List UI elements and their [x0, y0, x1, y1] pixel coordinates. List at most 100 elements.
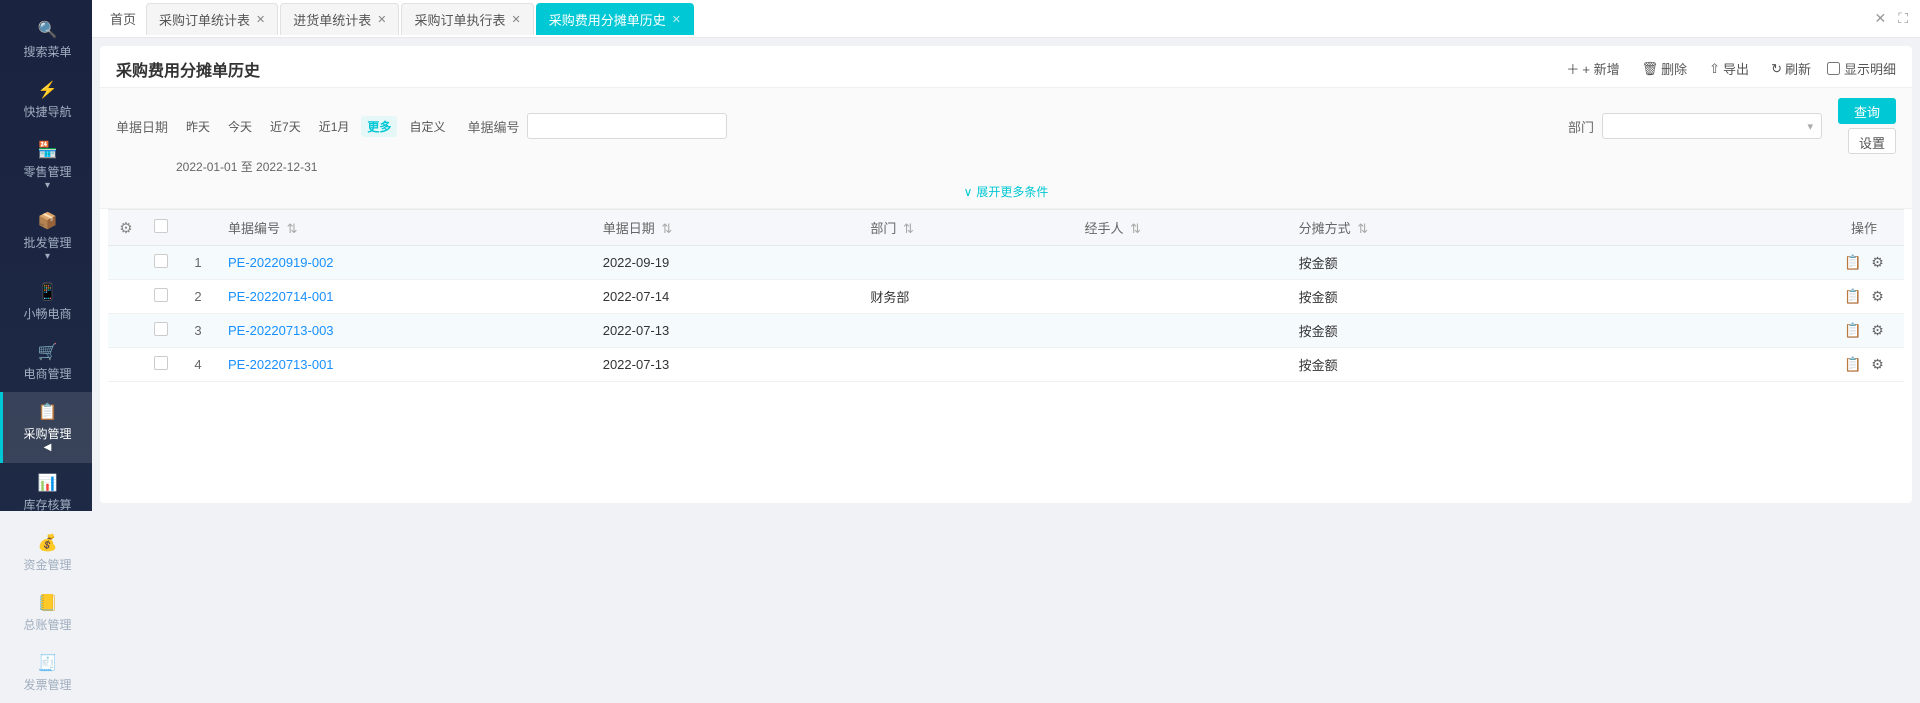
close-tab-action[interactable]: ✕	[1872, 8, 1888, 29]
date-sort-icon[interactable]: ⇅	[661, 221, 672, 236]
row-checkbox[interactable]	[154, 322, 168, 336]
row-docno-link[interactable]: PE-20220713-001	[228, 357, 334, 372]
maximize-tab-action[interactable]: ⛶	[1896, 8, 1910, 29]
tab-purchase-cost-close[interactable]: ✕	[672, 13, 681, 26]
sidebar-item-inventory[interactable]: 📊 库存核算	[0, 463, 92, 523]
tab-purchase-cost[interactable]: 采购费用分摊单历史 ✕	[536, 3, 694, 35]
dept-sort-icon[interactable]: ⇅	[903, 221, 914, 236]
sidebar-item-ecom-mgr[interactable]: 🛒 电商管理	[0, 332, 92, 392]
row-settings	[108, 348, 144, 382]
sidebar-item-label: 资金管理	[23, 556, 71, 573]
shortcut-custom[interactable]: 自定义	[403, 116, 451, 137]
row-handler	[1075, 348, 1289, 382]
col-dept-header: 部门 ⇅	[860, 210, 1074, 246]
sidebar-item-label: 小畅电商	[23, 305, 71, 322]
table-row: 3 PE-20220713-003 2022-07-13 按金额 📋 ⚙	[108, 314, 1904, 348]
handler-sort-icon[interactable]: ⇅	[1130, 221, 1141, 236]
sidebar: 🔍 搜索菜单 ⚡ 快捷导航 🏪 零售管理 ▾ 📦 批发管理 ▾ 📱 小畅电商 🛒…	[0, 0, 92, 511]
chevron-down-icon: ∨	[964, 185, 973, 199]
table-header-row: ⚙ 单据编号 ⇅ 单据日期 ⇅	[108, 210, 1904, 246]
chevron-down-icon: ▾	[1807, 120, 1813, 133]
tab-stock-stat[interactable]: 进货单统计表 ✕	[280, 3, 399, 35]
mobile-icon: 📱	[38, 282, 58, 302]
row-dept: 财务部	[860, 280, 1074, 314]
sidebar-item-wholesale[interactable]: 📦 批发管理 ▾	[0, 201, 92, 272]
sidebar-item-search[interactable]: 🔍 搜索菜单	[0, 10, 92, 70]
sidebar-item-label: 发票管理	[23, 676, 71, 693]
row-checkbox[interactable]	[154, 254, 168, 268]
row-handler	[1075, 246, 1289, 280]
receipt-icon: 🧾	[38, 653, 58, 673]
sidebar-item-purchase[interactable]: 📋 采购管理 ◀	[0, 392, 92, 463]
page-title: 采购费用分摊单历史	[116, 57, 260, 81]
docno-sort-icon[interactable]: ⇅	[287, 221, 298, 236]
row-more-btn[interactable]: ⚙	[1868, 356, 1887, 372]
row-docno: PE-20220713-001	[218, 348, 593, 382]
sidebar-item-label: 电商管理	[23, 365, 71, 382]
package-icon: 📦	[38, 211, 58, 231]
shortcut-yesterday[interactable]: 昨天	[180, 116, 216, 137]
tab-purchase-stat[interactable]: 采购订单统计表 ✕	[146, 3, 278, 35]
row-settings	[108, 280, 144, 314]
shortcut-7days[interactable]: 近7天	[264, 116, 307, 137]
tab-home[interactable]: 首页	[102, 3, 144, 35]
row-split-method: 按金额	[1289, 280, 1824, 314]
expand-more-btn[interactable]: ∨ 展开更多条件	[116, 181, 1896, 202]
date-filter-label: 单据日期	[116, 117, 168, 136]
row-date: 2022-07-14	[593, 280, 861, 314]
data-table: ⚙ 单据编号 ⇅ 单据日期 ⇅	[108, 209, 1904, 382]
sidebar-item-invoice[interactable]: 🧾 发票管理	[0, 643, 92, 703]
shortcut-more[interactable]: 更多	[361, 116, 397, 137]
export-button[interactable]: ⇧ 导出	[1703, 56, 1755, 81]
sidebar-item-label: 快捷导航	[23, 103, 71, 120]
sidebar-item-quick-nav[interactable]: ⚡ 快捷导航	[0, 70, 92, 130]
row-more-btn[interactable]: ⚙	[1868, 288, 1887, 304]
dept-filter-label: 部门	[1568, 117, 1594, 136]
sidebar-item-ledger[interactable]: 📒 总账管理	[0, 583, 92, 643]
row-edit-btn[interactable]: 📋	[1841, 356, 1864, 372]
toggle-columns-label[interactable]: 显示明细	[1827, 59, 1896, 78]
row-more-btn[interactable]: ⚙	[1868, 254, 1887, 270]
split-sort-icon[interactable]: ⇅	[1357, 221, 1368, 236]
row-checkbox[interactable]	[154, 288, 168, 302]
row-ops: 📋 ⚙	[1824, 246, 1904, 280]
row-more-btn[interactable]: ⚙	[1868, 322, 1887, 338]
sidebar-item-retail[interactable]: 🏪 零售管理 ▾	[0, 130, 92, 201]
settings-button[interactable]: 设置	[1848, 128, 1896, 154]
tab-purchase-stat-close[interactable]: ✕	[256, 13, 265, 26]
add-button[interactable]: ＋ + 新增	[1560, 56, 1625, 81]
tab-purchase-exec-close[interactable]: ✕	[512, 13, 521, 26]
row-ops: 📋 ⚙	[1824, 314, 1904, 348]
dept-select[interactable]: ▾	[1602, 113, 1822, 139]
delete-button[interactable]: 🗑 删除	[1636, 56, 1694, 81]
row-docno-link[interactable]: PE-20220714-001	[228, 289, 334, 304]
row-index: 4	[178, 348, 218, 382]
row-edit-btn[interactable]: 📋	[1841, 322, 1864, 338]
toggle-columns-checkbox[interactable]	[1827, 62, 1840, 75]
row-edit-btn[interactable]: 📋	[1841, 254, 1864, 270]
row-docno-link[interactable]: PE-20220919-002	[228, 255, 334, 270]
shortcut-today[interactable]: 今天	[222, 116, 258, 137]
docno-input[interactable]	[527, 113, 727, 139]
shortcut-1month[interactable]: 近1月	[313, 116, 356, 137]
tab-stock-stat-close[interactable]: ✕	[377, 13, 386, 26]
refresh-button[interactable]: ↻ 刷新	[1765, 56, 1817, 81]
row-checkbox[interactable]	[154, 356, 168, 370]
select-all-checkbox[interactable]	[154, 219, 168, 233]
table-settings-icon[interactable]: ⚙	[119, 220, 132, 237]
date-range-row: 2022-01-01 至 2022-12-31	[116, 158, 1896, 175]
row-edit-btn[interactable]: 📋	[1841, 288, 1864, 304]
tab-actions: ✕ ⛶	[1872, 8, 1910, 29]
sidebar-item-label: 零售管理	[23, 163, 71, 180]
row-split-method: 按金额	[1289, 314, 1824, 348]
lightning-icon: ⚡	[38, 80, 58, 100]
sidebar-item-ecom-mini[interactable]: 📱 小畅电商	[0, 272, 92, 332]
row-dept	[860, 348, 1074, 382]
table-row: 1 PE-20220919-002 2022-09-19 按金额 📋 ⚙	[108, 246, 1904, 280]
row-date: 2022-07-13	[593, 348, 861, 382]
query-button[interactable]: 查询	[1838, 98, 1896, 124]
sidebar-item-capital[interactable]: 💰 资金管理	[0, 523, 92, 583]
row-docno-link[interactable]: PE-20220713-003	[228, 323, 334, 338]
tab-purchase-exec[interactable]: 采购订单执行表 ✕	[401, 3, 533, 35]
col-date-header: 单据日期 ⇅	[593, 210, 861, 246]
